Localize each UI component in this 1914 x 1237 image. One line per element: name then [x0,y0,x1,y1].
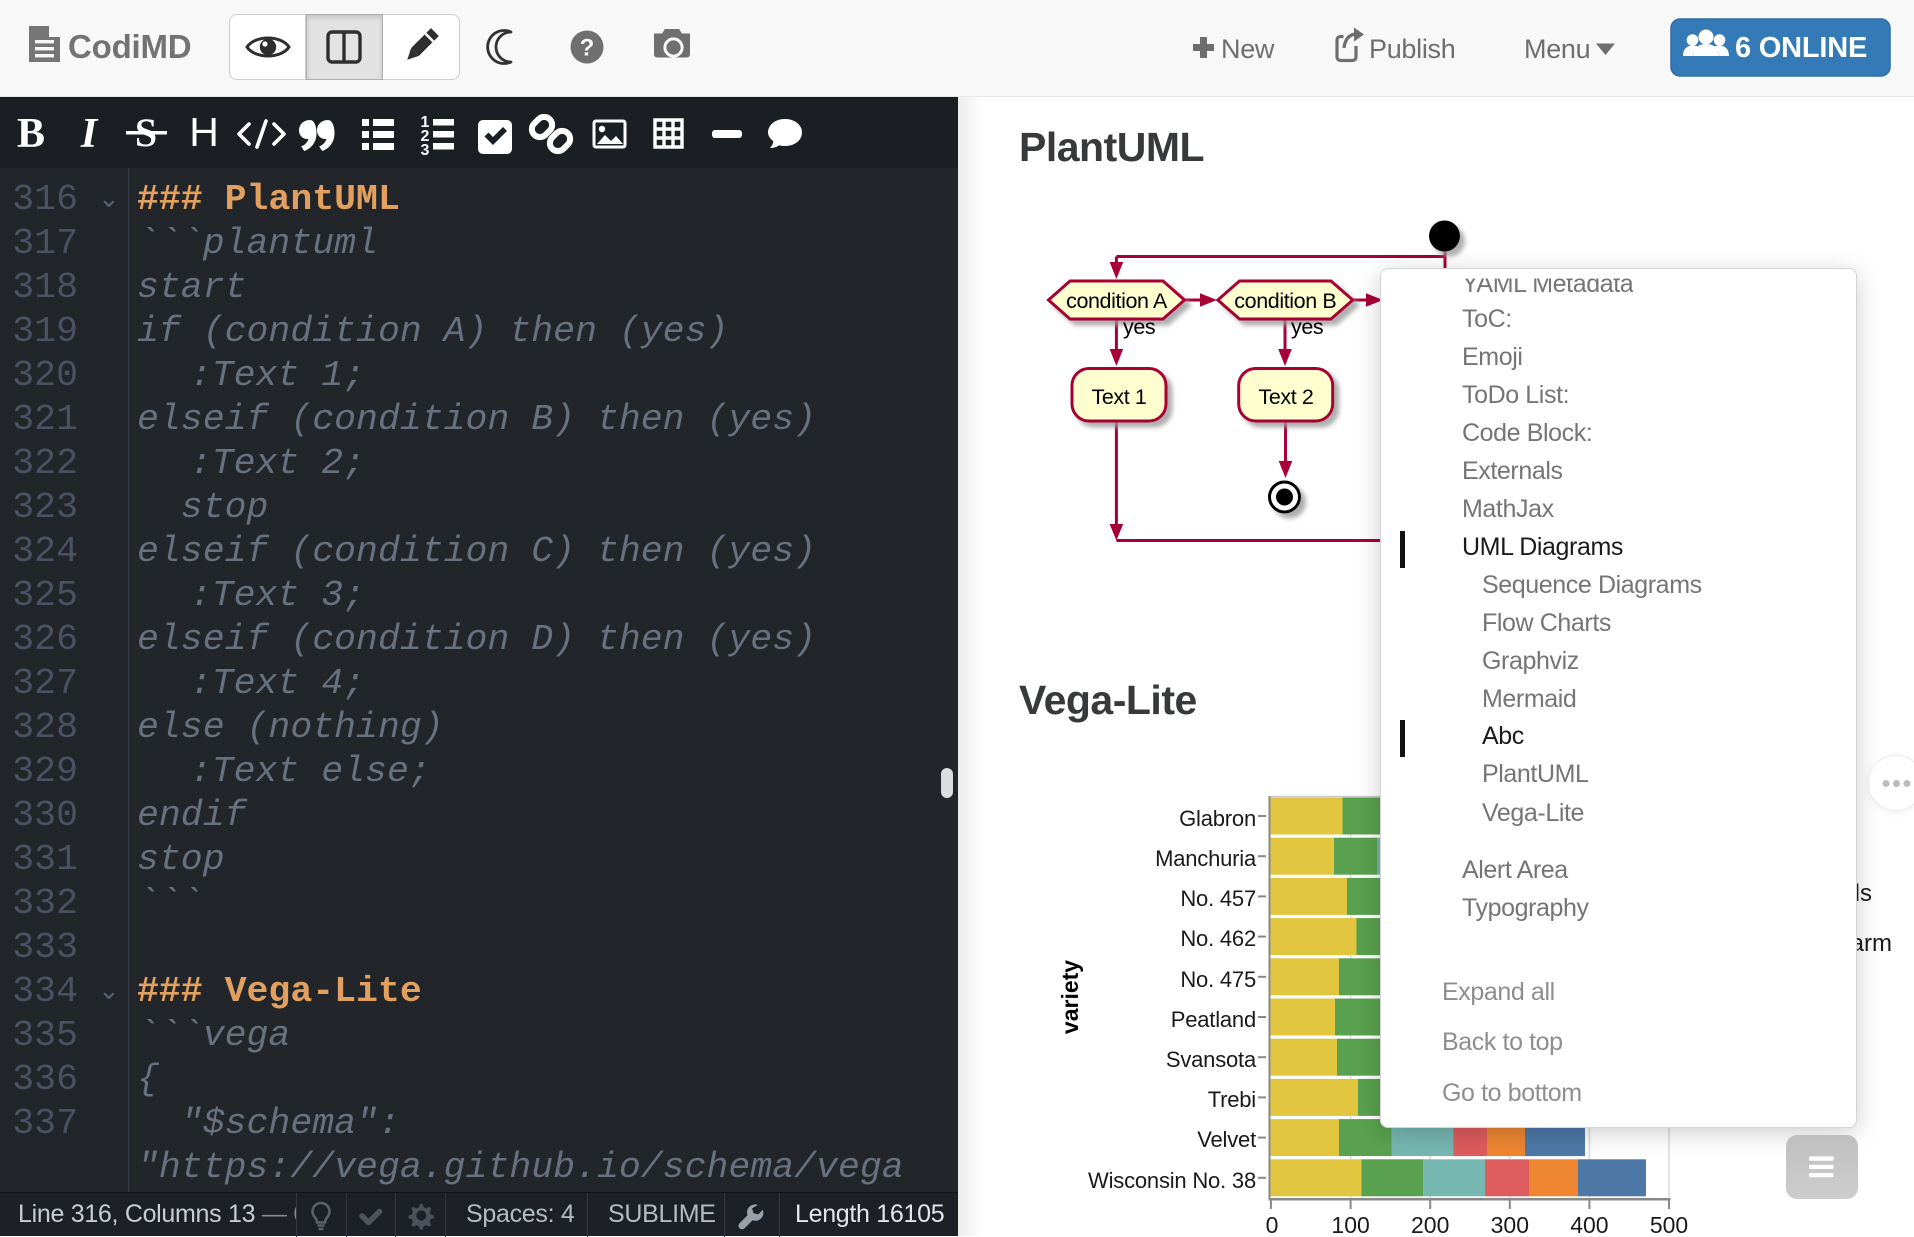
svg-text:Trebi: Trebi [1208,1087,1256,1112]
svg-text:H: H [189,109,219,155]
svg-text:I: I [80,111,99,157]
svg-text:Wisconsin No. 38: Wisconsin No. 38 [1088,1168,1256,1193]
svg-text:200: 200 [1411,1212,1449,1236]
svg-text:No. 475: No. 475 [1180,967,1256,992]
svg-text:Manchuria: Manchuria [1155,846,1257,871]
svg-text:B: B [17,111,45,157]
svg-text:Velvet: Velvet [1197,1127,1256,1152]
svg-text:condition A: condition A [1066,289,1168,313]
svg-text:variety: variety [1057,960,1083,1034]
svg-text:Svansota: Svansota [1166,1047,1257,1072]
svg-text:?: ? [580,35,595,62]
svg-text:yes: yes [1123,315,1155,339]
svg-text:No. 457: No. 457 [1180,886,1256,911]
svg-text:100: 100 [1331,1212,1369,1236]
svg-text:300: 300 [1491,1212,1529,1236]
svg-text:3: 3 [421,142,430,159]
svg-text:Text 2: Text 2 [1259,385,1314,409]
svg-text:No. 462: No. 462 [1180,926,1256,951]
svg-text:yes: yes [1291,315,1323,339]
svg-text:Text 1: Text 1 [1092,385,1147,409]
svg-text:500: 500 [1650,1212,1688,1236]
svg-text:Glabron: Glabron [1179,806,1256,831]
svg-text:0: 0 [1266,1212,1279,1236]
svg-text:400: 400 [1570,1212,1608,1236]
svg-text:condition B: condition B [1234,289,1336,313]
svg-text:Peatland: Peatland [1171,1007,1256,1032]
